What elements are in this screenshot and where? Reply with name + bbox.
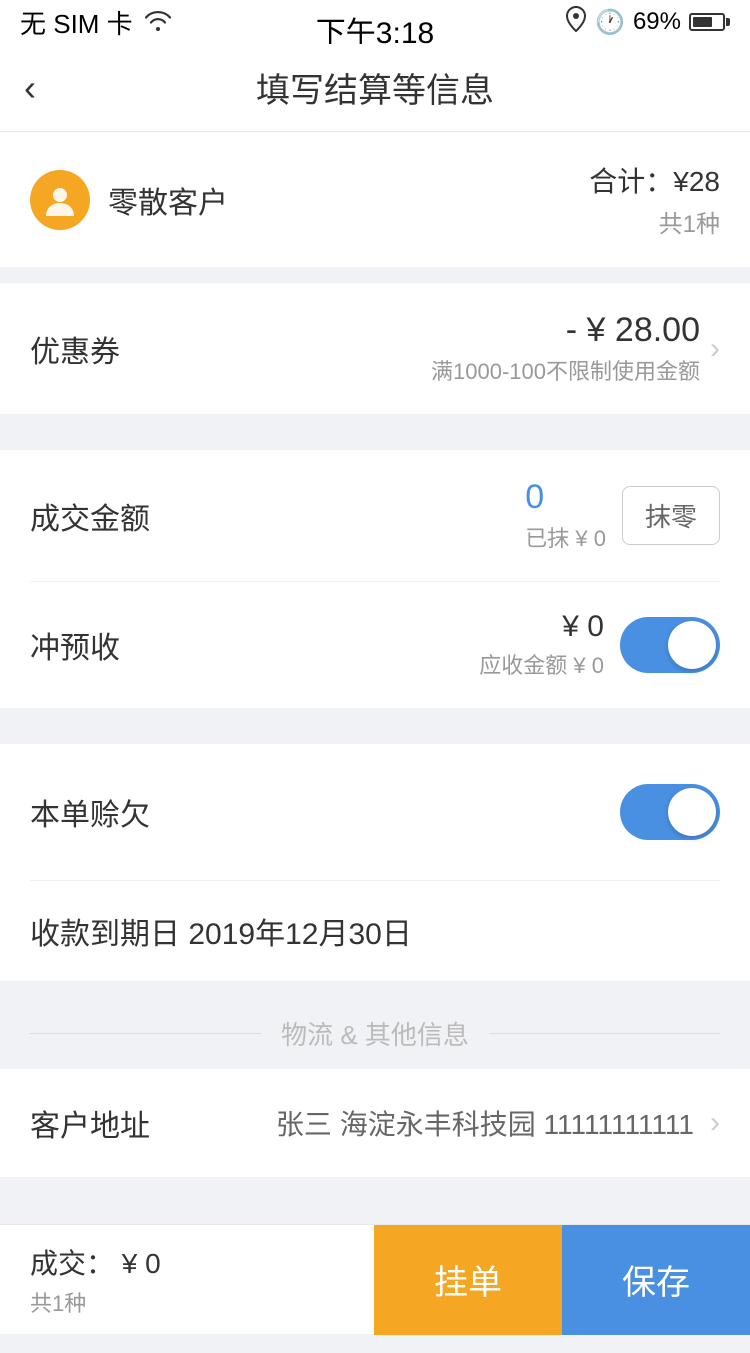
deal-amount-section: 成交金额 0 已抹 ¥ 0 抹零 冲预收 ¥ 0 应收金额 ¥ 0 (0, 450, 750, 708)
bottom-count: 共1种 (30, 1286, 344, 1318)
round-button[interactable]: 抹零 (622, 486, 720, 545)
bendan-toggle[interactable] (620, 784, 720, 840)
coupon-desc: 满1000-100不限制使用金额 (431, 354, 700, 386)
bendan-label: 本单赊欠 (30, 790, 150, 834)
status-left: 无 SIM 卡 (20, 4, 173, 41)
bendan-row: 本单赊欠 (0, 744, 750, 880)
chongyu-value-wrap: ¥ 0 应收金额 ¥ 0 (479, 610, 604, 680)
nav-bar: ‹ 填写结算等信息 (0, 44, 750, 132)
duedate-content: 收款到期日 2019年12月30日 (30, 918, 412, 951)
battery-label: 69% (633, 8, 681, 36)
duedate-value: 2019年12月30日 (188, 918, 411, 951)
customer-total: 合计：¥28 (589, 160, 720, 200)
chongyu-toggle-thumb (668, 621, 716, 669)
bottom-deal-amount: 成交： ¥ 0 (30, 1242, 344, 1282)
chongyu-toggle-track (620, 617, 720, 673)
customer-avatar (30, 170, 90, 230)
wifi-icon (143, 7, 173, 38)
separator-2 (0, 724, 750, 744)
coupon-amount: - ¥ 28.00 (431, 311, 700, 350)
pending-button[interactable]: 挂单 (374, 1225, 562, 1335)
coupon-value: - ¥ 28.00 满1000-100不限制使用金额 (431, 311, 700, 386)
bottom-bar: 成交： ¥ 0 共1种 挂单 保存 (0, 1224, 750, 1334)
customer-right: 合计：¥28 共1种 (589, 160, 720, 239)
logistics-label: 物流 & 其他信息 (261, 1015, 489, 1052)
coupon-section: 优惠券 - ¥ 28.00 满1000-100不限制使用金额 › (0, 283, 750, 414)
battery-icon (689, 13, 730, 31)
chongyu-sub: 应收金额 ¥ 0 (479, 648, 604, 680)
coupon-label: 优惠券 (30, 327, 120, 371)
customer-name: 零散客户 (108, 178, 228, 222)
customer-section: 零散客户 合计：¥28 共1种 (0, 132, 750, 267)
address-label: 客户地址 (30, 1101, 150, 1145)
chongyu-label: 冲预收 (30, 623, 150, 667)
bendan-toggle-track (620, 784, 720, 840)
duedate-label: 收款到期日 (30, 918, 180, 951)
carrier-label: 无 SIM 卡 (20, 4, 133, 41)
bendan-toggle-thumb (668, 788, 716, 836)
back-button[interactable]: ‹ (24, 67, 36, 109)
alarm-icon: 🕐 (595, 8, 625, 37)
duedate-row: 收款到期日 2019年12月30日 (0, 881, 750, 981)
location-icon (565, 6, 587, 39)
status-right: 🕐 69% (565, 6, 730, 39)
address-section: 客户地址 张三 海淀永丰科技园 11111111111 › (0, 1069, 750, 1177)
deal-amount-label: 成交金额 (30, 494, 150, 538)
deal-amount-value-wrap: 0 已抹 ¥ 0 (525, 478, 606, 553)
address-row[interactable]: 客户地址 张三 海淀永丰科技园 11111111111 › (0, 1069, 750, 1177)
deal-amount-row: 成交金额 0 已抹 ¥ 0 抹零 (0, 450, 750, 581)
chongyu-row: 冲预收 ¥ 0 应收金额 ¥ 0 (0, 582, 750, 708)
address-value: 张三 海淀永丰科技园 11111111111 (166, 1103, 694, 1143)
deal-amount-sub: 已抹 ¥ 0 (525, 521, 606, 553)
chongyu-toggle[interactable] (620, 617, 720, 673)
deal-amount-value: 0 (525, 478, 606, 517)
status-bar: 无 SIM 卡 下午3:18 🕐 69% (0, 0, 750, 44)
chongyu-amount: ¥ 0 (479, 610, 604, 644)
deal-amount-right: 0 已抹 ¥ 0 抹零 (525, 478, 720, 553)
bottom-info: 成交： ¥ 0 共1种 (0, 1242, 374, 1318)
address-chevron-icon: › (710, 1106, 720, 1140)
separator-1 (0, 430, 750, 450)
bottom-deal-label: 成交： (30, 1248, 114, 1279)
bendan-section: 本单赊欠 收款到期日 2019年12月30日 (0, 744, 750, 981)
page-title: 填写结算等信息 (256, 63, 494, 112)
coupon-chevron-icon: › (710, 332, 720, 366)
logistics-header: 物流 & 其他信息 (0, 997, 750, 1069)
customer-count: 共1种 (589, 204, 720, 239)
bottom-deal-value: ¥ 0 (122, 1248, 161, 1279)
customer-left: 零散客户 (30, 170, 228, 230)
coupon-right: - ¥ 28.00 满1000-100不限制使用金额 › (431, 311, 720, 386)
save-button[interactable]: 保存 (562, 1225, 750, 1335)
chongyu-right-wrap: ¥ 0 应收金额 ¥ 0 (479, 610, 720, 680)
coupon-row[interactable]: 优惠券 - ¥ 28.00 满1000-100不限制使用金额 › (0, 283, 750, 414)
customer-row: 零散客户 合计：¥28 共1种 (0, 132, 750, 267)
